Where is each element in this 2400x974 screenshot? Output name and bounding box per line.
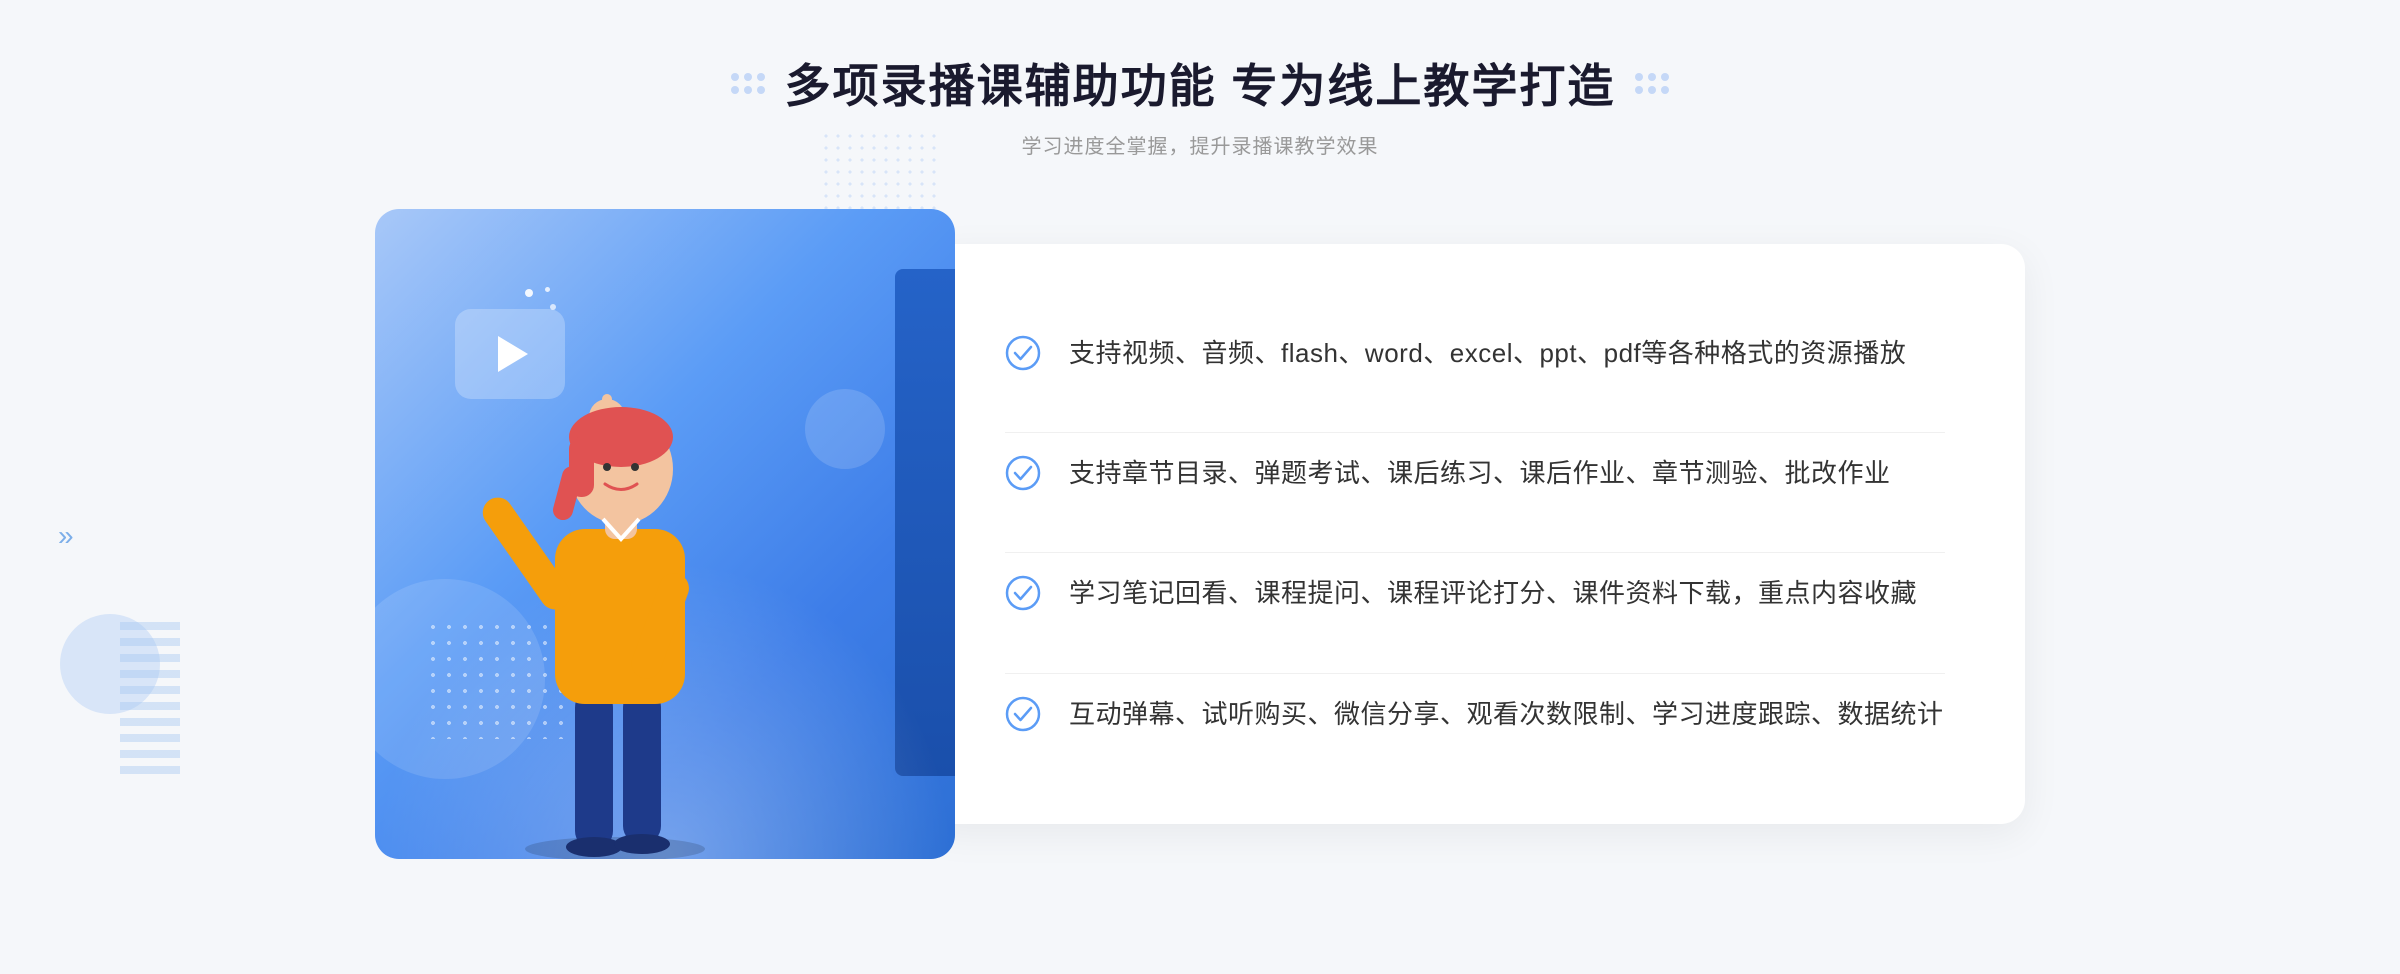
main-content: 支持视频、音频、flash、word、excel、ppt、pdf等各种格式的资源… [0,209,2400,859]
deco-circle-small [805,389,885,469]
deco-bar-side [120,614,180,774]
page-title: 多项录播课辅助功能 专为线上教学打造 [785,50,1616,116]
features-card: 支持视频、音频、flash、word、excel、ppt、pdf等各种格式的资源… [925,244,2025,824]
person-illustration [455,299,795,859]
feature-text-1: 支持视频、音频、flash、word、excel、ppt、pdf等各种格式的资源… [1069,333,1906,375]
sparkle-1 [525,289,533,297]
check-icon-2 [1005,455,1041,491]
chevron-icon-left: » [58,520,74,552]
illustration-card [375,209,955,859]
feature-item-3: 学习笔记回看、课程提问、课程评论打分、课件资料下载，重点内容收藏 [1005,552,1945,635]
feature-text-3: 学习笔记回看、课程提问、课程评论打分、课件资料下载，重点内容收藏 [1069,573,1917,615]
feature-text-2: 支持章节目录、弹题考试、课后练习、课后作业、章节测验、批改作业 [1069,453,1891,495]
header-dots-right [1635,73,1669,94]
check-icon-4 [1005,696,1041,732]
title-wrap: 多项录播课辅助功能 专为线上教学打造 [0,50,2400,116]
feature-item-1: 支持视频、音频、flash、word、excel、ppt、pdf等各种格式的资源… [1005,313,1945,395]
check-icon-3 [1005,575,1041,611]
header-dots-left [731,73,765,94]
feature-item-4: 互动弹幕、试听购买、微信分享、观看次数限制、学习进度跟踪、数据统计 [1005,673,1945,756]
feature-item-2: 支持章节目录、弹题考试、课后练习、课后作业、章节测验、批改作业 [1005,432,1945,515]
feature-text-4: 互动弹幕、试听购买、微信分享、观看次数限制、学习进度跟踪、数据统计 [1069,694,1944,736]
chevron-decoration: » [58,520,74,552]
page-header: 多项录播课辅助功能 专为线上教学打造 学习进度全掌握，提升录播课教学效果 [0,0,2400,179]
check-icon-1 [1005,335,1041,371]
page-subtitle: 学习进度全掌握，提升录播课教学效果 [0,130,2400,159]
sparkle-3 [545,287,550,292]
